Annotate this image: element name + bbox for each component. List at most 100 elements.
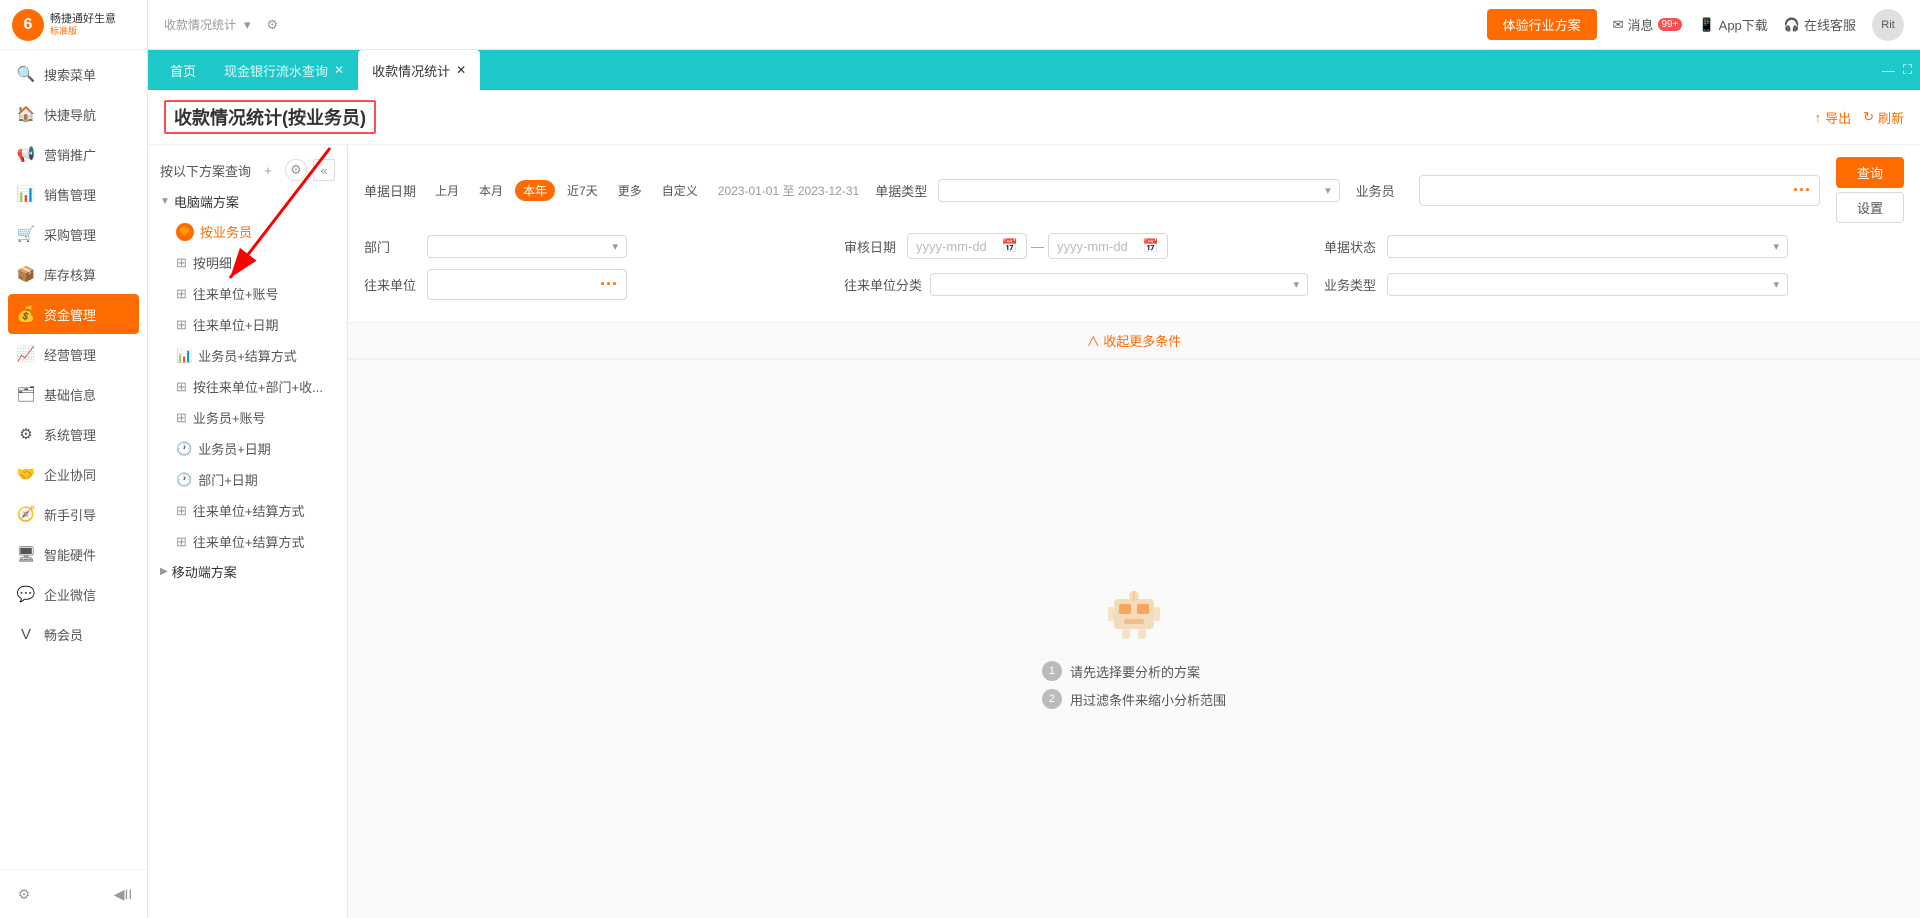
tree-desktop-header[interactable]: ▼ 电脑端方案 — [148, 187, 347, 216]
date-tab-this-month[interactable]: 本月 — [471, 180, 511, 201]
doc-type-select[interactable]: ▾ — [938, 179, 1339, 202]
tree-item-unit-date[interactable]: ⊞ 往来单位+日期 — [148, 309, 347, 340]
tree-item-by-salesperson[interactable]: 🔶 按业务员 — [148, 216, 347, 247]
sidebar-item-quick-nav[interactable]: 🏠 快捷导航 — [0, 94, 147, 134]
scheme-settings-btn[interactable]: ⚙ — [285, 159, 307, 181]
review-date-item: 审核日期 yyyy-mm-dd 📅 — yyyy-mm-dd — [844, 233, 1308, 259]
footer-collapse-btn[interactable]: ◀II — [107, 878, 139, 910]
tree-item-dept-date[interactable]: 🕐 部门+日期 — [148, 464, 347, 495]
tree-mobile-header[interactable]: ▶ 移动端方案 — [148, 557, 347, 586]
doc-status-select[interactable]: ▾ — [1387, 235, 1788, 258]
left-panel-title: 按以下方案查询 — [160, 161, 251, 180]
tab-close-receipt-stats[interactable]: ✕ — [456, 63, 466, 77]
hardware-icon: 🖥 — [16, 544, 36, 564]
message-btn[interactable]: ✉ 消息 99+ — [1613, 15, 1683, 34]
export-btn[interactable]: ↑ 导出 — [1815, 108, 1852, 127]
tree-item-unit-settle2[interactable]: ⊞ 往来单位+结算方式 — [148, 526, 347, 557]
topbar-left: 收款情况统计 ▾ ⚙ — [164, 16, 278, 33]
unit-dept-icon: ⊞ — [176, 379, 187, 395]
refresh-btn[interactable]: ↻ 刷新 — [1863, 108, 1904, 127]
tree-item-salesperson-account[interactable]: ⊞ 业务员+账号 — [148, 402, 347, 433]
tree-item-salesperson-settle[interactable]: 📊 业务员+结算方式 — [148, 340, 347, 371]
unit-settle1-icon: ⊞ — [176, 503, 187, 519]
unit-account-icon: ⊞ — [176, 286, 187, 302]
sidebar-item-wechat[interactable]: 💬 企业微信 — [0, 574, 147, 614]
add-scheme-btn[interactable]: + — [257, 159, 279, 181]
logo-text: 畅捷通好生意 标准版 — [50, 12, 116, 38]
sidebar-nav: 🔍 搜索菜单 🏠 快捷导航 📢 营销推广 📊 销售管理 🛒 采购管理 📦 库存核… — [0, 50, 147, 869]
tree-arrow-down: ▼ — [160, 196, 170, 207]
trial-btn[interactable]: 体验行业方案 — [1487, 9, 1597, 40]
business-type-select[interactable]: ▾ — [1387, 273, 1788, 296]
counterpart-select[interactable]: ··· — [427, 269, 627, 300]
salesperson-more-btn[interactable]: ··· — [1793, 180, 1811, 201]
date-tabs: 上月 本月 本年 近7天 更多 自定义 — [427, 180, 706, 201]
app-download-btn[interactable]: 📱 App下载 — [1698, 15, 1767, 34]
sidebar-item-enterprise[interactable]: 🤝 企业协同 — [0, 454, 147, 494]
empty-step-2: 2 用过滤条件来缩小分析范围 — [1042, 689, 1226, 709]
tree-item-unit-account[interactable]: ⊞ 往来单位+账号 — [148, 278, 347, 309]
date-filter-item: 单据日期 上月 本月 本年 近7天 更多 自定义 2023-01-01 至 20… — [364, 180, 859, 201]
date-tab-more[interactable]: 更多 — [610, 180, 650, 201]
sidebar-item-finance[interactable]: 💰 资金管理 — [8, 294, 139, 334]
system-icon: ⚙ — [16, 424, 36, 444]
review-date-label: 审核日期 — [844, 237, 899, 256]
sidebar-item-hardware[interactable]: 🖥 智能硬件 — [0, 534, 147, 574]
sidebar-item-inventory[interactable]: 📦 库存核算 — [0, 254, 147, 294]
right-content: 单据日期 上月 本月 本年 近7天 更多 自定义 2023-01-01 至 20… — [348, 145, 1920, 918]
tree-item-by-detail[interactable]: ⊞ 按明细 — [148, 247, 347, 278]
filter-area: 单据日期 上月 本月 本年 近7天 更多 自定义 2023-01-01 至 20… — [348, 145, 1920, 323]
tab-minimize-btn[interactable]: — — [1882, 63, 1895, 78]
sidebar-item-system[interactable]: ⚙ 系统管理 — [0, 414, 147, 454]
topbar-settings-icon[interactable]: ⚙ — [267, 17, 279, 33]
collapse-panel-btn[interactable]: « — [313, 159, 335, 181]
sidebar-item-operations[interactable]: 📈 经营管理 — [0, 334, 147, 374]
settings-btn[interactable]: 设置 — [1836, 192, 1904, 223]
query-area: 按以下方案查询 + ⚙ « ▼ 电脑端方案 — [148, 145, 1920, 918]
sidebar-item-sales[interactable]: 📊 销售管理 — [0, 174, 147, 214]
logo-icon: 6 — [12, 9, 44, 41]
date-tab-custom[interactable]: 自定义 — [654, 180, 706, 201]
review-date-to[interactable]: yyyy-mm-dd 📅 — [1048, 233, 1168, 259]
sidebar-item-purchase[interactable]: 🛒 采购管理 — [0, 214, 147, 254]
wechat-icon: 💬 — [16, 584, 36, 604]
page-title: 收款情况统计(按业务员) — [164, 100, 376, 134]
tab-home[interactable]: 首页 — [156, 50, 210, 90]
topbar-dropdown-icon[interactable]: ▾ — [244, 17, 251, 33]
counterpart-item: 往来单位 ··· — [364, 269, 828, 300]
review-date-group: yyyy-mm-dd 📅 — yyyy-mm-dd 📅 — [907, 233, 1168, 259]
counterpart-type-select[interactable]: ▾ — [930, 273, 1308, 296]
review-date-from[interactable]: yyyy-mm-dd 📅 — [907, 233, 1027, 259]
robot-icon — [1094, 569, 1174, 649]
tab-maximize-btn[interactable]: ⛶ — [1903, 62, 1912, 78]
counterpart-more-btn[interactable]: ··· — [600, 274, 618, 295]
tree-item-unit-dept-receipt[interactable]: ⊞ 按往来单位+部门+收... — [148, 371, 347, 402]
search-icon: 🔍 — [16, 64, 36, 84]
tab-receipt-stats[interactable]: 收款情况统计 ✕ — [358, 50, 480, 90]
salesperson-settle-icon: 📊 — [176, 348, 192, 364]
base-info-icon: 🗂 — [16, 384, 36, 404]
counterpart-type-chevron: ▾ — [1293, 278, 1299, 291]
date-tab-7days[interactable]: 近7天 — [559, 180, 606, 201]
salesperson-select[interactable]: ··· — [1419, 175, 1820, 206]
sidebar-item-base-info[interactable]: 🗂 基础信息 — [0, 374, 147, 414]
query-btn[interactable]: 查询 — [1836, 157, 1904, 188]
sidebar-item-marketing[interactable]: 📢 营销推广 — [0, 134, 147, 174]
collapse-bar[interactable]: ∧ 收起更多条件 — [348, 323, 1920, 359]
date-tab-this-year[interactable]: 本年 — [515, 180, 555, 201]
date-tab-last-month[interactable]: 上月 — [427, 180, 467, 201]
tab-bank-flow[interactable]: 现金银行流水查询 ✕ — [210, 50, 358, 90]
tree-item-salesperson-date[interactable]: 🕐 业务员+日期 — [148, 433, 347, 464]
online-service-btn[interactable]: 🎧 在线客服 — [1784, 15, 1856, 34]
filter-row-1: 单据日期 上月 本月 本年 近7天 更多 自定义 2023-01-01 至 20… — [364, 157, 1904, 223]
tab-close-bank-flow[interactable]: ✕ — [334, 63, 344, 77]
sidebar-item-search-menu[interactable]: 🔍 搜索菜单 — [0, 54, 147, 94]
sidebar-item-member[interactable]: V 畅会员 — [0, 614, 147, 654]
dept-chevron: ▾ — [612, 240, 618, 253]
footer-settings-btn[interactable]: ⚙ — [8, 878, 40, 910]
sidebar-item-guide[interactable]: 🧭 新手引导 — [0, 494, 147, 534]
user-avatar[interactable]: Rit — [1872, 9, 1904, 41]
tree-item-unit-settle1[interactable]: ⊞ 往来单位+结算方式 — [148, 495, 347, 526]
left-panel-actions: + ⚙ « — [257, 159, 335, 181]
dept-select[interactable]: ▾ — [427, 235, 627, 258]
